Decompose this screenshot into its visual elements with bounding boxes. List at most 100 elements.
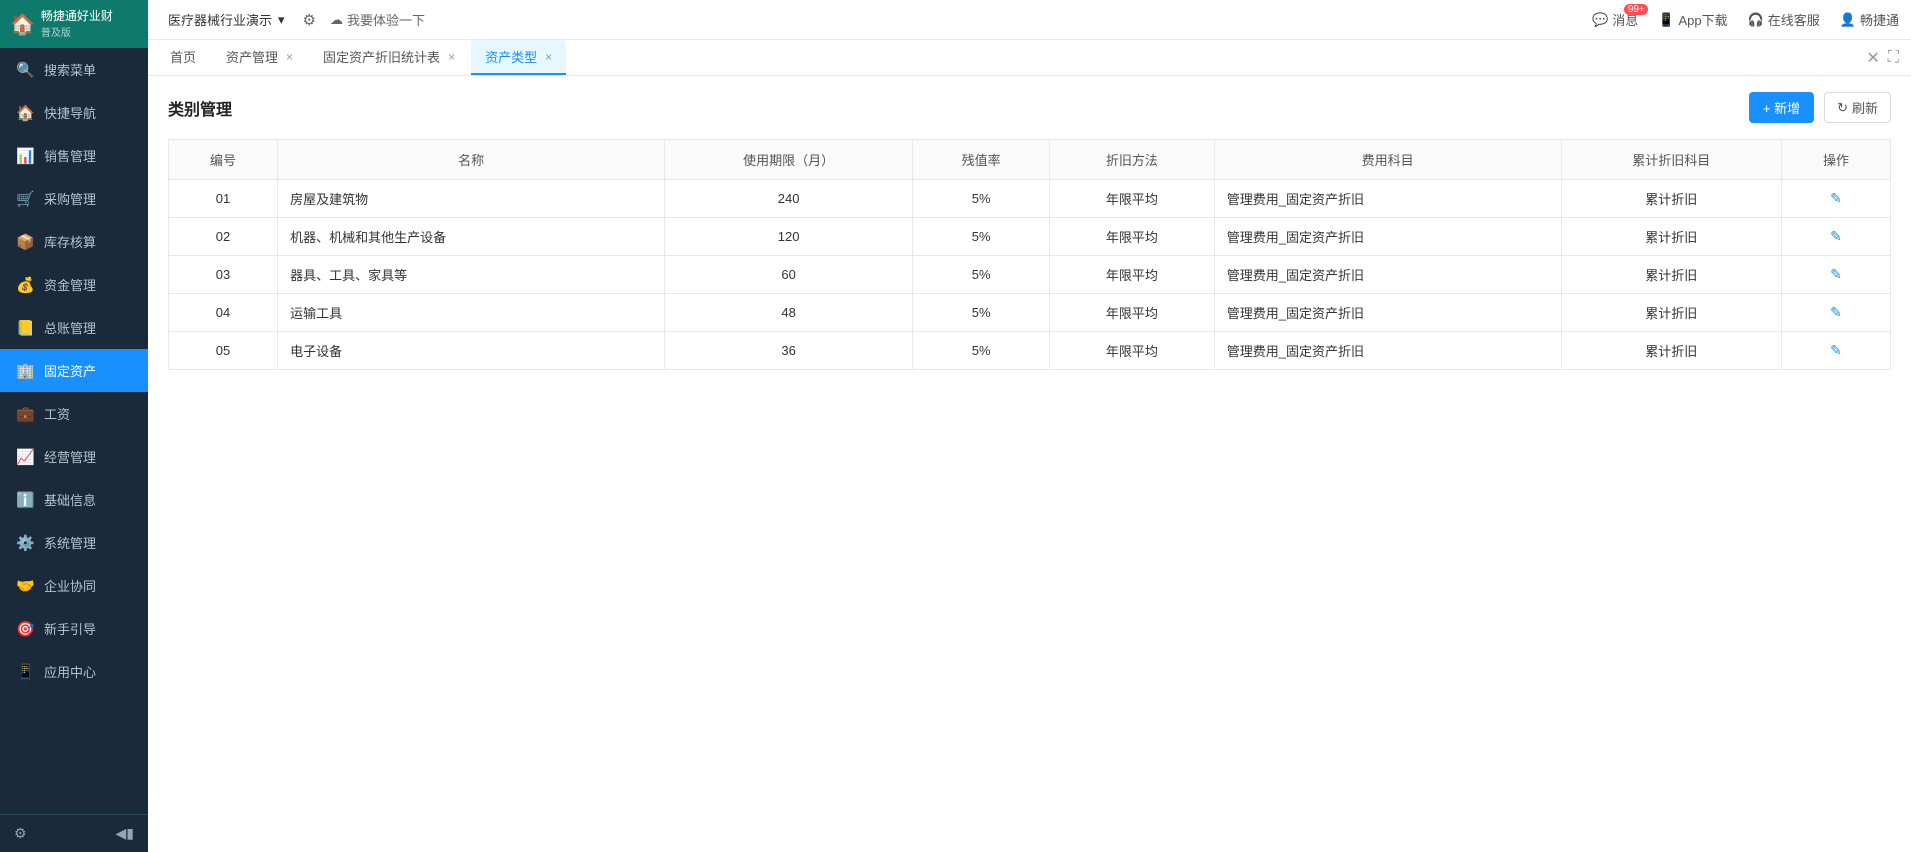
sidebar-item-search[interactable]: 🔍 搜索菜单 — [0, 48, 148, 91]
sidebar-item-beginner[interactable]: 🎯 新手引导 — [0, 607, 148, 650]
user-avatar-icon: 👤 — [1840, 12, 1856, 28]
tab-asset-mgmt[interactable]: 资产管理 × — [212, 40, 307, 75]
sidebar-item-label: 新手引导 — [44, 619, 96, 638]
sidebar-item-label: 固定资产 — [44, 361, 96, 380]
sidebar-item-operations[interactable]: 📈 经营管理 — [0, 435, 148, 478]
page-content: 类别管理 + 新增 ↻ 刷新 编号 名称 使用期限（月） 残值率 折旧方法 费用… — [148, 76, 1911, 852]
sidebar-item-collab[interactable]: 🤝 企业协同 — [0, 564, 148, 607]
cell-code[interactable]: 02 — [169, 218, 278, 256]
app-download-icon: 📱 — [1658, 12, 1674, 28]
cell-code[interactable]: 04 — [169, 294, 278, 332]
cell-period: 240 — [665, 180, 913, 218]
col-header-code: 编号 — [169, 140, 278, 180]
chevron-down-icon: ▾ — [278, 12, 285, 28]
sidebar-item-label: 搜索菜单 — [44, 60, 96, 79]
sidebar-item-fixed-assets[interactable]: 🏢 固定资产 — [0, 349, 148, 392]
sidebar-item-purchase[interactable]: 🛒 采购管理 — [0, 177, 148, 220]
cell-action: ✎ — [1781, 218, 1890, 256]
cell-code[interactable]: 05 — [169, 332, 278, 370]
system-icon: ⚙️ — [16, 534, 34, 552]
close-all-tabs-button[interactable]: ✕ — [1866, 48, 1879, 68]
cell-residual: 5% — [913, 218, 1050, 256]
user-button[interactable]: 👤 畅捷通 — [1840, 10, 1899, 29]
sidebar-settings-button[interactable]: ⚙ — [14, 825, 27, 842]
edit-button[interactable]: ✎ — [1794, 228, 1878, 245]
tab-asset-type-label: 资产类型 — [485, 47, 537, 66]
cell-expense: 管理费用_固定资产折旧 — [1214, 294, 1561, 332]
cell-period: 48 — [665, 294, 913, 332]
cell-period: 120 — [665, 218, 913, 256]
cell-name: 运输工具 — [278, 294, 665, 332]
table-row: 03 器具、工具、家具等 60 5% 年限平均 管理费用_固定资产折旧 累计折旧… — [169, 256, 1891, 294]
table-header: 编号 名称 使用期限（月） 残值率 折旧方法 费用科目 累计折旧科目 操作 — [169, 140, 1891, 180]
sidebar-item-quick-nav[interactable]: 🏠 快捷导航 — [0, 91, 148, 134]
col-header-accumulated: 累计折旧科目 — [1561, 140, 1781, 180]
cell-accumulated: 累计折旧 — [1561, 294, 1781, 332]
app-download-button[interactable]: 📱 App下载 — [1658, 10, 1727, 29]
cell-accumulated: 累计折旧 — [1561, 180, 1781, 218]
tab-fixed-depreciation[interactable]: 固定资产折旧统计表 × — [309, 40, 469, 75]
ledger-icon: 📒 — [16, 319, 34, 337]
cell-code[interactable]: 03 — [169, 256, 278, 294]
online-service-label: 在线客服 — [1768, 10, 1820, 29]
sidebar-item-label: 销售管理 — [44, 146, 96, 165]
tab-asset-mgmt-label: 资产管理 — [226, 47, 278, 66]
message-button[interactable]: 💬 消息 99+ — [1592, 10, 1638, 29]
sidebar-item-label: 基础信息 — [44, 490, 96, 509]
inventory-icon: 📦 — [16, 233, 34, 251]
app-selector[interactable]: 医疗器械行业演示 ▾ — [160, 6, 293, 33]
sidebar-item-label: 快捷导航 — [44, 103, 96, 122]
table-row: 02 机器、机械和其他生产设备 120 5% 年限平均 管理费用_固定资产折旧 … — [169, 218, 1891, 256]
cell-residual: 5% — [913, 332, 1050, 370]
app-center-icon: 📱 — [16, 663, 34, 681]
refresh-label: 刷新 — [1852, 98, 1878, 117]
tab-asset-type[interactable]: 资产类型 × — [471, 40, 566, 75]
tab-fixed-depreciation-close[interactable]: × — [448, 50, 455, 64]
page-actions: + 新增 ↻ 刷新 — [1749, 92, 1891, 123]
sidebar-item-label: 经营管理 — [44, 447, 96, 466]
settings-gear-icon[interactable]: ⚙ — [303, 11, 316, 29]
table-row: 04 运输工具 48 5% 年限平均 管理费用_固定资产折旧 累计折旧 ✎ — [169, 294, 1891, 332]
edit-button[interactable]: ✎ — [1794, 190, 1878, 207]
sidebar-item-capital[interactable]: 💰 资金管理 — [0, 263, 148, 306]
tab-fixed-depreciation-label: 固定资产折旧统计表 — [323, 47, 440, 66]
cell-expense: 管理费用_固定资产折旧 — [1214, 332, 1561, 370]
tabs-bar: 首页 资产管理 × 固定资产折旧统计表 × 资产类型 × ✕ ⛶ — [148, 40, 1911, 76]
col-header-name: 名称 — [278, 140, 665, 180]
sidebar-item-ledger[interactable]: 📒 总账管理 — [0, 306, 148, 349]
salary-icon: 💼 — [16, 405, 34, 423]
sidebar: 🏠 畅捷通好业财 普及版 🔍 搜索菜单 🏠 快捷导航 📊 销售管理 🛒 采购管理… — [0, 0, 148, 852]
sidebar-item-system[interactable]: ⚙️ 系统管理 — [0, 521, 148, 564]
refresh-button[interactable]: ↻ 刷新 — [1824, 92, 1891, 123]
refresh-icon: ↻ — [1837, 100, 1848, 116]
sidebar-item-sales[interactable]: 📊 销售管理 — [0, 134, 148, 177]
sidebar-item-app-center[interactable]: 📱 应用中心 — [0, 650, 148, 693]
edit-button[interactable]: ✎ — [1794, 266, 1878, 283]
sidebar-item-label: 资金管理 — [44, 275, 96, 294]
edit-button[interactable]: ✎ — [1794, 304, 1878, 321]
cell-accumulated: 累计折旧 — [1561, 332, 1781, 370]
cloud-icon: ☁ — [330, 12, 343, 28]
tab-home[interactable]: 首页 — [156, 40, 210, 75]
cell-name: 机器、机械和其他生产设备 — [278, 218, 665, 256]
message-badge: 99+ — [1624, 4, 1648, 15]
sidebar-collapse-button[interactable]: ◀▮ — [116, 825, 134, 842]
sidebar-item-salary[interactable]: 💼 工资 — [0, 392, 148, 435]
category-table: 编号 名称 使用期限（月） 残值率 折旧方法 费用科目 累计折旧科目 操作 01… — [168, 139, 1891, 370]
experience-button[interactable]: ☁ 我要体验一下 — [330, 10, 425, 29]
edit-button[interactable]: ✎ — [1794, 342, 1878, 359]
sidebar-item-label: 应用中心 — [44, 662, 96, 681]
cell-code[interactable]: 01 — [169, 180, 278, 218]
cell-expense: 管理费用_固定资产折旧 — [1214, 256, 1561, 294]
tab-asset-type-close[interactable]: × — [545, 50, 552, 64]
sidebar-item-inventory[interactable]: 📦 库存核算 — [0, 220, 148, 263]
cell-name: 电子设备 — [278, 332, 665, 370]
sidebar-item-label: 库存核算 — [44, 232, 96, 251]
cell-method: 年限平均 — [1050, 256, 1215, 294]
sidebar-item-basic-info[interactable]: ℹ️ 基础信息 — [0, 478, 148, 521]
tab-asset-mgmt-close[interactable]: × — [286, 50, 293, 64]
add-button[interactable]: + 新增 — [1749, 92, 1814, 123]
maximize-button[interactable]: ⛶ — [1888, 49, 1899, 67]
fixed-assets-icon: 🏢 — [16, 362, 34, 380]
online-service-button[interactable]: 🎧 在线客服 — [1748, 10, 1820, 29]
